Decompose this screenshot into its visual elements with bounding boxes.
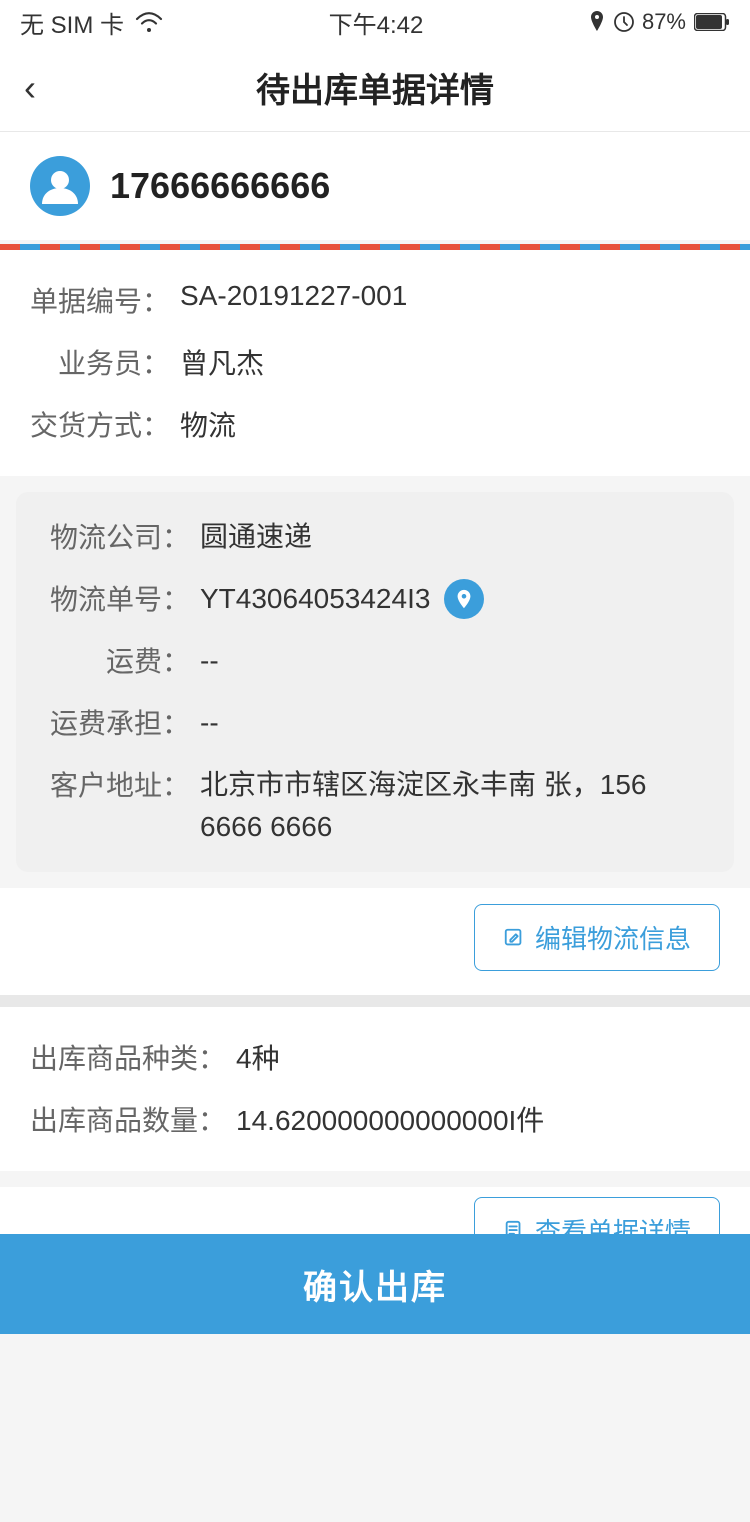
logistics-company-row: 物流公司： 圆通速递	[40, 516, 710, 558]
back-button[interactable]: ‹	[24, 67, 36, 109]
edit-logistics-button[interactable]: 编辑物流信息	[474, 904, 720, 971]
quantity-row: 出库商品数量： 14.620000000000000I件	[30, 1099, 720, 1139]
address-label: 客户地址：	[40, 764, 190, 804]
order-no-label: 单据编号：	[30, 280, 170, 320]
freight-value: --	[190, 640, 710, 682]
freight-bearer-row: 运费承担： --	[40, 702, 710, 744]
category-row: 出库商品种类： 4种	[30, 1037, 720, 1077]
quantity-label: 出库商品数量：	[30, 1099, 226, 1139]
confirm-button[interactable]: 确认出库	[0, 1234, 750, 1334]
section-separator	[0, 995, 750, 1007]
edit-icon	[503, 927, 525, 949]
freight-bearer-value: --	[190, 702, 710, 744]
address-value: 北京市市辖区海淀区永丰南 张，156 6666 6666	[190, 764, 710, 848]
salesman-value: 曾凡杰	[170, 342, 720, 382]
order-info-section: 单据编号： SA-20191227-001 业务员： 曾凡杰 交货方式： 物流	[0, 250, 750, 476]
wifi-icon	[134, 11, 164, 33]
tracking-row: 物流单号： YT43064053424I3	[40, 578, 710, 620]
freight-label: 运费：	[40, 640, 190, 680]
order-no-row: 单据编号： SA-20191227-001	[30, 280, 720, 320]
summary-section: 出库商品种类： 4种 出库商品数量： 14.620000000000000I件	[0, 1007, 750, 1171]
carrier-text: 无 SIM 卡	[20, 5, 124, 40]
clock-icon	[614, 12, 634, 32]
time-text: 下午4:42	[329, 5, 424, 40]
logistics-company-label: 物流公司：	[40, 516, 190, 556]
delivery-value: 物流	[170, 404, 720, 444]
customer-header: 17666666666	[0, 132, 750, 240]
tracking-label: 物流单号：	[40, 578, 190, 618]
delivery-label: 交货方式：	[30, 404, 170, 444]
order-no-value: SA-20191227-001	[170, 280, 720, 312]
address-row: 客户地址： 北京市市辖区海淀区永丰南 张，156 6666 6666	[40, 764, 710, 848]
customer-phone: 17666666666	[110, 165, 330, 207]
quantity-value: 14.620000000000000I件	[226, 1099, 720, 1139]
logistics-company-value: 圆通速递	[190, 516, 710, 558]
map-pin-icon	[453, 588, 475, 610]
tracking-value-container: YT43064053424I3	[190, 578, 710, 620]
salesman-row: 业务员： 曾凡杰	[30, 342, 720, 382]
nav-bar: ‹ 待出库单据详情	[0, 44, 750, 132]
battery-icon	[694, 13, 730, 31]
salesman-label: 业务员：	[30, 342, 170, 382]
logistics-card: 物流公司： 圆通速递 物流单号： YT43064053424I3 运费： -- …	[16, 492, 734, 872]
confirm-btn-label: 确认出库	[303, 1260, 447, 1309]
category-value: 4种	[226, 1037, 720, 1077]
user-avatar-icon	[40, 166, 80, 206]
edit-logistics-container: 编辑物流信息	[0, 888, 750, 995]
battery-text: 87%	[642, 9, 686, 35]
freight-bearer-label: 运费承担：	[40, 702, 190, 742]
track-location-button[interactable]	[444, 579, 484, 619]
status-bar: 无 SIM 卡 下午4:42 87%	[0, 0, 750, 44]
edit-logistics-label: 编辑物流信息	[535, 919, 691, 956]
delivery-row: 交货方式： 物流	[30, 404, 720, 444]
freight-row: 运费： --	[40, 640, 710, 682]
tracking-number: YT43064053424I3	[200, 578, 430, 620]
category-label: 出库商品种类：	[30, 1037, 226, 1077]
page-title: 待出库单据详情	[256, 63, 494, 112]
avatar	[30, 156, 90, 216]
status-right: 87%	[588, 9, 730, 35]
location-status-icon	[588, 11, 606, 33]
status-left: 无 SIM 卡	[20, 5, 164, 40]
